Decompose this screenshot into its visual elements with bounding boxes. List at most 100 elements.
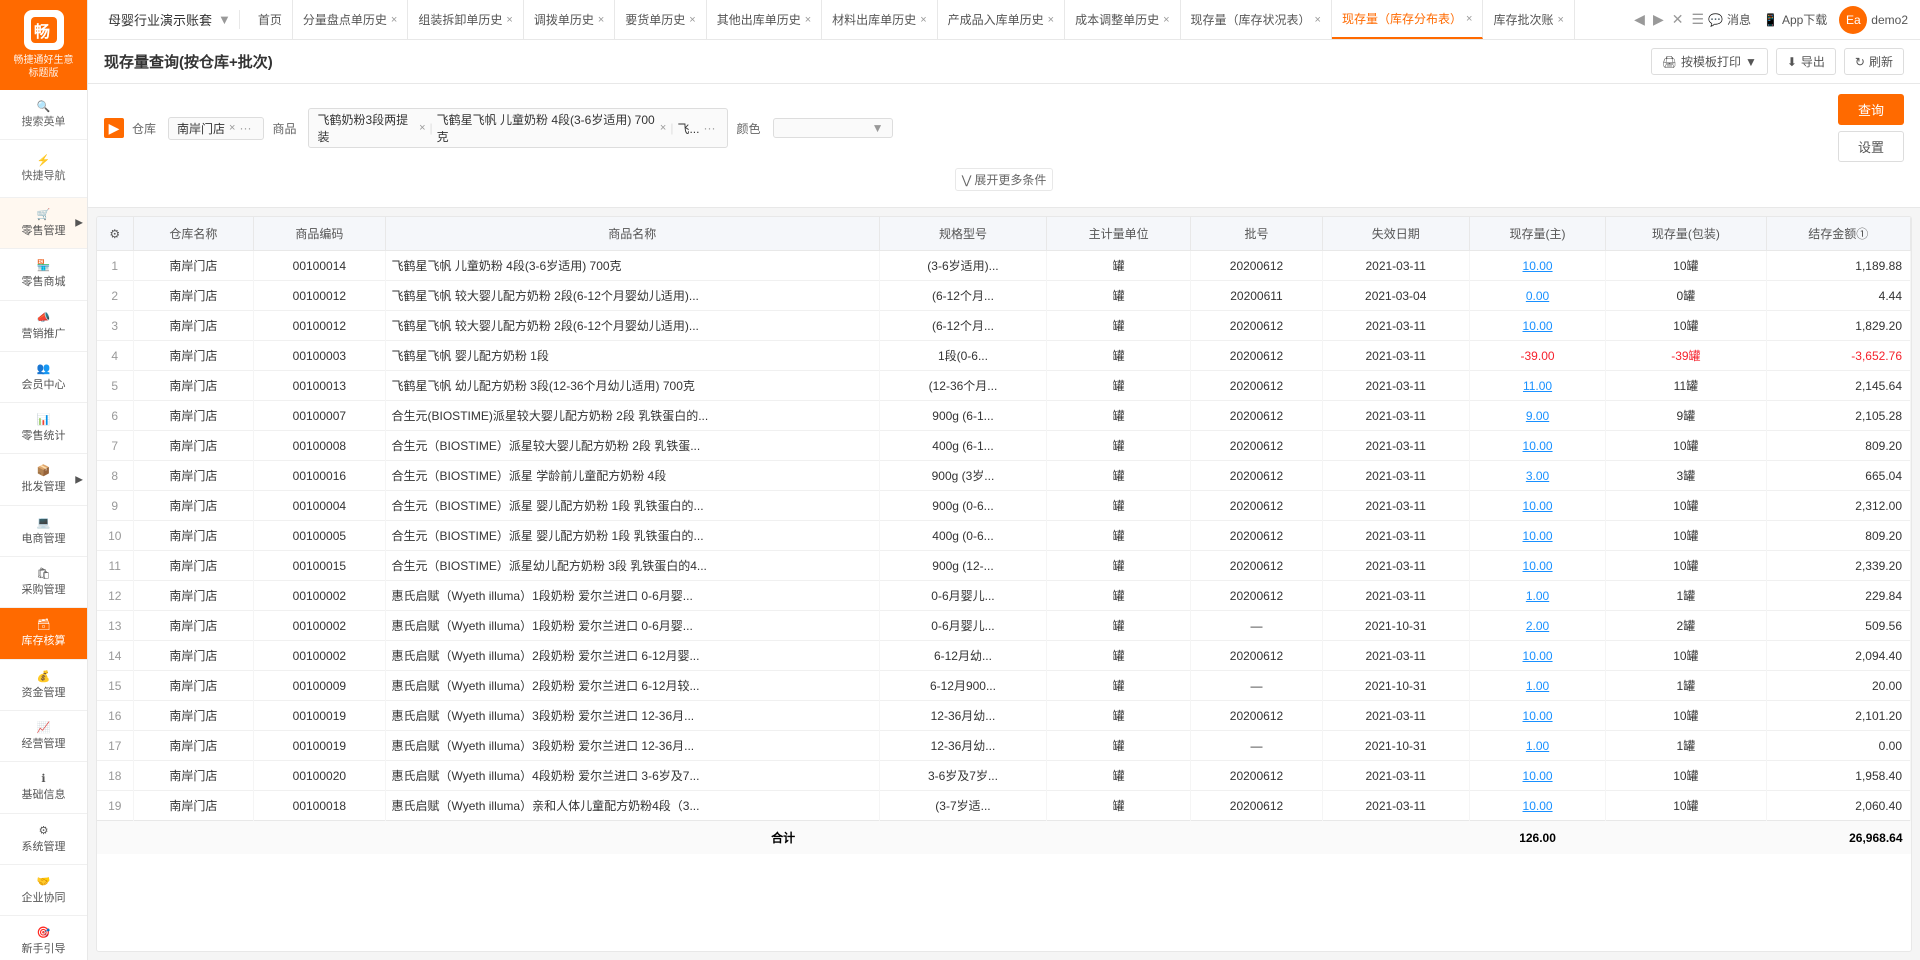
cell-qty-main[interactable]: 10.00 <box>1469 431 1605 461</box>
close-product-in-icon[interactable]: × <box>1048 14 1054 26</box>
setting-button[interactable]: 设置 <box>1838 131 1904 162</box>
tab-material-out-history[interactable]: 材料出库单历史 × <box>822 0 937 39</box>
sidebar-item-business[interactable]: 📈 经营管理 <box>0 711 87 762</box>
cell-spec: 0-6月婴儿... <box>880 581 1047 611</box>
table-row: 2 南岸门店 00100012 飞鹤星飞帆 较大婴儿配方奶粉 2段(6-12个月… <box>97 281 1911 311</box>
sidebar-item-enterprise[interactable]: 🤝 企业协同 <box>0 865 87 916</box>
cell-qty-main[interactable]: 10.00 <box>1469 491 1605 521</box>
cell-spec: 400g (0-6... <box>880 521 1047 551</box>
account-dropdown[interactable]: 母婴行业演示账套 ▼ <box>100 10 240 29</box>
cell-qty-main[interactable]: 0.00 <box>1469 281 1605 311</box>
sidebar-item-ecommerce[interactable]: 💻 电商管理 <box>0 506 87 557</box>
close-other-out-icon[interactable]: × <box>805 14 811 26</box>
close-transfer-history-icon[interactable]: × <box>598 14 604 26</box>
tab-product-in-history[interactable]: 产成品入库单历史 × <box>938 0 1065 39</box>
tab-other-out-history[interactable]: 其他出库单历史 × <box>707 0 822 39</box>
cell-warehouse: 南岸门店 <box>133 401 254 431</box>
cell-code: 00100015 <box>254 551 385 581</box>
cell-qty-main[interactable]: 10.00 <box>1469 551 1605 581</box>
sidebar-item-member[interactable]: 👥 会员中心 <box>0 352 87 403</box>
product-filter-group[interactable]: 飞鹤奶粉3段两提装 × | 飞鹤星飞帆 儿童奶粉 4段(3-6岁适用) 700克… <box>308 108 728 148</box>
close-disassembly-history-icon[interactable]: × <box>506 14 512 26</box>
tab-next-arrow[interactable]: ▶ <box>1649 11 1668 28</box>
tab-cost-adjust-history[interactable]: 成本调整单历史 × <box>1065 0 1180 39</box>
sidebar-item-purchase[interactable]: 🛍 采购管理 <box>0 557 87 608</box>
app-download-button[interactable]: 📱 App下载 <box>1763 11 1827 28</box>
tab-requisition-history[interactable]: 要货单历史 × <box>615 0 706 39</box>
sidebar-item-basic-info[interactable]: ℹ 基础信息 <box>0 762 87 813</box>
cell-qty-main[interactable]: 10.00 <box>1469 311 1605 341</box>
cell-qty-main[interactable]: 10.00 <box>1469 761 1605 791</box>
finance-icon: 💰 <box>37 670 51 683</box>
product-more-icon[interactable]: ··· <box>699 121 719 135</box>
cell-qty-main[interactable]: 2.00 <box>1469 611 1605 641</box>
quick-nav-button[interactable]: ⚡ 快捷导航 <box>4 146 83 191</box>
refresh-button[interactable]: ↻ 刷新 <box>1844 48 1904 75</box>
cell-warehouse: 南岸门店 <box>133 581 254 611</box>
close-portion-history-icon[interactable]: × <box>391 14 397 26</box>
sidebar-item-retail-stats[interactable]: 📊 零售统计 <box>0 403 87 454</box>
tab-close-current-icon[interactable]: ✕ <box>1668 11 1688 28</box>
export-icon: ⬇ <box>1787 55 1797 69</box>
cell-expire: 2021-10-31 <box>1322 671 1469 701</box>
close-material-out-icon[interactable]: × <box>920 14 926 26</box>
product-tag-2-remove-icon[interactable]: × <box>660 122 666 134</box>
cell-qty-main[interactable]: 1.00 <box>1469 581 1605 611</box>
close-requisition-history-icon[interactable]: × <box>689 14 695 26</box>
close-batch-ledger-icon[interactable]: × <box>1557 14 1563 26</box>
cell-qty-main[interactable]: 10.00 <box>1469 641 1605 671</box>
sidebar-item-new-guide[interactable]: 🎯 新手引导 <box>0 916 87 960</box>
tab-transfer-history[interactable]: 调拨单历史 × <box>524 0 615 39</box>
tab-batch-ledger[interactable]: 库存批次账 × <box>1483 0 1574 39</box>
expand-more-filters-button[interactable]: ⋁ 展开更多条件 <box>955 168 1054 191</box>
inventory-table: ⚙ 仓库名称 商品编码 商品名称 规格型号 主计量单位 批号 失效日期 现存量(… <box>97 217 1911 854</box>
filter-collapse-button[interactable]: ▶ <box>104 118 124 138</box>
cell-qty-main[interactable]: 10.00 <box>1469 791 1605 821</box>
cell-qty-pkg: 10罐 <box>1606 251 1766 281</box>
user-avatar-button[interactable]: Ea demo2 <box>1839 6 1908 34</box>
tab-inventory-status[interactable]: 现存量（库存状况表） × <box>1181 0 1332 39</box>
tab-inventory-dist[interactable]: 现存量（库存分布表） × <box>1332 0 1483 39</box>
cell-qty-main[interactable]: 11.00 <box>1469 371 1605 401</box>
cell-qty-main[interactable]: 10.00 <box>1469 251 1605 281</box>
warehouse-more-icon[interactable]: ··· <box>235 121 255 135</box>
search-button[interactable]: 🔍 搜索英单 <box>4 96 83 133</box>
close-cost-adjust-icon[interactable]: × <box>1163 14 1169 26</box>
query-button[interactable]: 查询 <box>1838 94 1904 125</box>
table-row: 19 南岸门店 00100018 惠氏启赋（Wyeth illuma）亲和人体儿… <box>97 791 1911 821</box>
export-button[interactable]: ⬇ 导出 <box>1776 48 1836 75</box>
cell-qty-main[interactable]: 1.00 <box>1469 731 1605 761</box>
color-filter-group[interactable]: ▼ <box>773 118 893 138</box>
col-settings[interactable]: ⚙ <box>97 217 133 251</box>
warehouse-filter-group[interactable]: 南岸门店 × ··· <box>168 117 264 140</box>
sidebar-item-wholesale-mgmt[interactable]: 📦 批发管理 ▶ <box>0 454 87 505</box>
cell-qty-main[interactable]: -39.00 <box>1469 341 1605 371</box>
tab-home[interactable]: 首页 <box>248 0 293 39</box>
cell-qty-main[interactable]: 3.00 <box>1469 461 1605 491</box>
sidebar-item-finance[interactable]: 💰 资金管理 <box>0 660 87 711</box>
sidebar-item-marketing[interactable]: 📣 营销推广 <box>0 301 87 352</box>
cell-qty-main[interactable]: 10.00 <box>1469 521 1605 551</box>
tab-prev-arrow[interactable]: ◀ <box>1630 11 1649 28</box>
product-tag-1-remove-icon[interactable]: × <box>419 122 425 134</box>
cell-qty-main[interactable]: 1.00 <box>1469 671 1605 701</box>
quick-nav-section[interactable]: ⚡ 快捷导航 <box>0 140 87 198</box>
cell-qty-main[interactable]: 9.00 <box>1469 401 1605 431</box>
print-button[interactable]: 🖨 按模板打印 ▼ <box>1651 48 1768 75</box>
retail-shop-icon: 🏪 <box>37 259 51 272</box>
message-button[interactable]: 💬 消息 <box>1708 11 1751 28</box>
cell-batch: 20200612 <box>1191 641 1322 671</box>
close-inventory-dist-icon[interactable]: × <box>1466 13 1472 25</box>
cell-qty-main[interactable]: 10.00 <box>1469 701 1605 731</box>
tab-disassembly-history[interactable]: 组装拆卸单历史 × <box>408 0 523 39</box>
tab-portion-history[interactable]: 分量盘点单历史 × <box>293 0 408 39</box>
sidebar-item-retail-shop[interactable]: 🏪 零售商城 <box>0 249 87 300</box>
business-icon: 📈 <box>37 721 51 734</box>
tab-menu-icon[interactable]: ☰ <box>1687 11 1708 28</box>
close-inventory-status-icon[interactable]: × <box>1315 14 1321 26</box>
footer-amount: 26,968.64 <box>1766 821 1911 855</box>
sidebar-item-system[interactable]: ⚙ 系统管理 <box>0 814 87 865</box>
sidebar-item-inventory[interactable]: 🗃 库存核算 <box>0 608 87 659</box>
sidebar-item-retail-mgmt[interactable]: 🛒 零售管理 ▶ <box>0 198 87 249</box>
search-section[interactable]: 🔍 搜索英单 <box>0 90 87 140</box>
